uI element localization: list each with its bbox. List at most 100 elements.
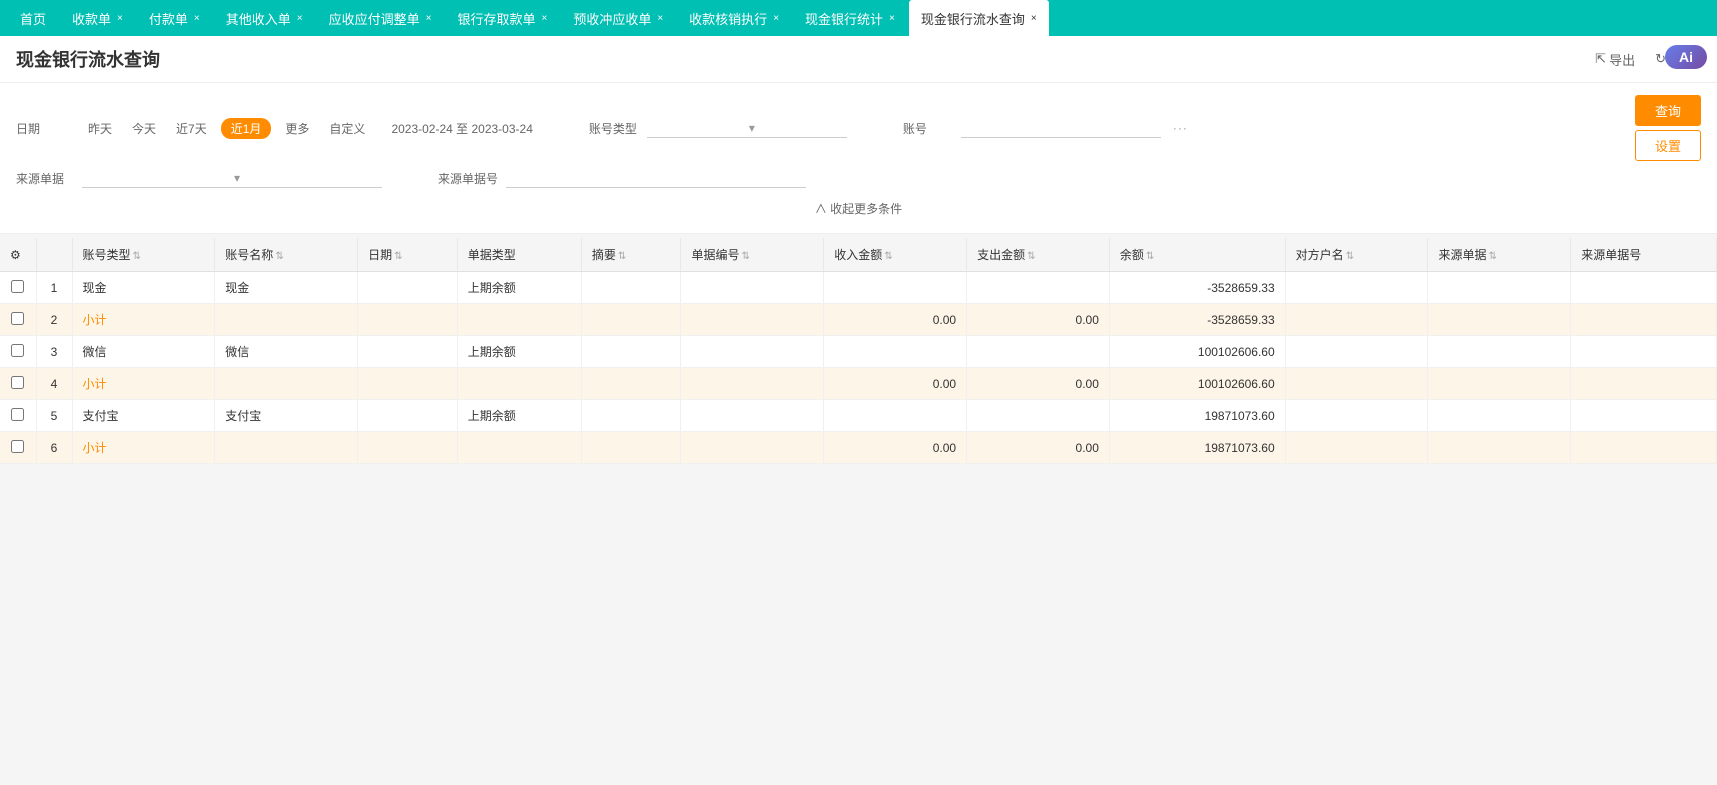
table-header: ⚙ 账号类型⇅ 账号名称⇅ 日期⇅ 单据类型 摘要⇅ 单据编号⇅ 收入金额⇅ 支… (0, 238, 1717, 272)
th-counterpart[interactable]: 对方户名⇅ (1285, 238, 1428, 272)
nav-tab-close-5[interactable]: × (657, 13, 663, 24)
source-doc-select[interactable]: ▾ (82, 169, 382, 188)
cell-doc-no-5 (681, 432, 824, 464)
nav-tab-1[interactable]: 付款单 × (137, 0, 212, 36)
page-title: 现金银行流水查询 (16, 46, 160, 72)
cell-source-doc-no-5 (1571, 432, 1717, 464)
nav-tab-2[interactable]: 其他收入单 × (214, 0, 315, 36)
nav-tab-close-0[interactable]: × (117, 13, 123, 24)
cell-source-doc-no-0 (1571, 272, 1717, 304)
cell-balance-2: 100102606.60 (1109, 336, 1285, 368)
th-summary[interactable]: 摘要⇅ (581, 238, 681, 272)
th-income[interactable]: 收入金额⇅ (824, 238, 967, 272)
th-source-doc-no[interactable]: 来源单据号 (1571, 238, 1717, 272)
dropdown-icon: ▾ (749, 121, 843, 135)
nav-tab-label-2: 其他收入单 (226, 9, 291, 28)
th-source-doc[interactable]: 来源单据⇅ (1428, 238, 1571, 272)
row-checkbox-0[interactable] (11, 280, 24, 293)
nav-tab-label-1: 付款单 (149, 9, 188, 28)
cell-balance-1: -3528659.33 (1109, 304, 1285, 336)
row-checkbox-4[interactable] (11, 408, 24, 421)
row-checkbox-5[interactable] (11, 440, 24, 453)
th-settings[interactable]: ⚙ (0, 238, 36, 272)
nav-tab-7[interactable]: 现金银行统计× (793, 0, 907, 36)
table-row: 2 小计 0.00 0.00 -3528659.33 (0, 304, 1717, 336)
cell-account-name-4: 支付宝 (215, 400, 358, 432)
cell-account-type-4: 支付宝 (72, 400, 215, 432)
settings-gear-icon: ⚙ (10, 248, 21, 262)
page-header: 现金银行流水查询 ⇱ 导出 ↻ 刷新 (0, 36, 1717, 83)
cell-doc-type-4: 上期余额 (457, 400, 581, 432)
date-range: 2023-02-24 至 2023-03-24 (391, 120, 532, 137)
th-balance[interactable]: 余额⇅ (1109, 238, 1285, 272)
date-btn-custom[interactable]: 自定义 (323, 118, 371, 139)
nav-tab-4[interactable]: 银行存取款单× (445, 0, 559, 36)
date-btn-7days[interactable]: 近7天 (170, 118, 213, 139)
settings-button[interactable]: 设置 (1635, 130, 1701, 161)
th-account-type[interactable]: 账号类型⇅ (72, 238, 215, 272)
date-btn-more[interactable]: 更多 (279, 118, 315, 139)
nav-tab-close-7[interactable]: × (889, 13, 895, 24)
cell-counterpart-2 (1285, 336, 1428, 368)
cell-summary-1 (581, 304, 681, 336)
date-btn-yesterday[interactable]: 昨天 (82, 118, 118, 139)
date-btn-today[interactable]: 今天 (126, 118, 162, 139)
query-button[interactable]: 查询 (1635, 95, 1701, 126)
nav-tab-5[interactable]: 预收冲应收单× (561, 0, 675, 36)
cell-balance-4: 19871073.60 (1109, 400, 1285, 432)
cell-doc-no-3 (681, 368, 824, 400)
cell-num-3: 4 (36, 368, 72, 400)
cell-counterpart-0 (1285, 272, 1428, 304)
row-checkbox-3[interactable] (11, 376, 24, 389)
top-navigation: 首页 收款单×付款单×其他收入单×应收应付调整单×银行存取款单×预收冲应收单×收… (0, 0, 1717, 36)
nav-tab-close-2[interactable]: × (297, 13, 303, 24)
export-button[interactable]: ⇱ 导出 (1589, 48, 1641, 71)
account-ellipsis-btn[interactable]: ··· (1169, 121, 1192, 135)
filter-row-1: 日期 昨天 今天 近7天 近1月 更多 自定义 2023-02-24 至 202… (16, 95, 1701, 161)
nav-home[interactable]: 首页 (8, 0, 58, 36)
nav-tab-close-4[interactable]: × (541, 13, 547, 24)
row-checkbox-1[interactable] (11, 312, 24, 325)
cell-checkbox-5[interactable] (0, 432, 36, 464)
cell-checkbox-2[interactable] (0, 336, 36, 368)
cell-checkbox-4[interactable] (0, 400, 36, 432)
nav-tab-close-1[interactable]: × (194, 13, 200, 24)
cell-date-5 (358, 432, 458, 464)
nav-tab-8[interactable]: 现金银行流水查询× (909, 0, 1049, 36)
cell-summary-5 (581, 432, 681, 464)
ai-badge[interactable]: Ai (1665, 45, 1707, 69)
cell-income-3: 0.00 (824, 368, 967, 400)
th-doc-no[interactable]: 单据编号⇅ (681, 238, 824, 272)
cell-income-1: 0.00 (824, 304, 967, 336)
th-date[interactable]: 日期⇅ (358, 238, 458, 272)
filter-row-2: 来源单据 ▾ 来源单据号 (16, 169, 1701, 188)
cell-balance-0: -3528659.33 (1109, 272, 1285, 304)
table-row: 1 现金 现金 上期余额 -3528659.33 (0, 272, 1717, 304)
cell-checkbox-0[interactable] (0, 272, 36, 304)
account-input[interactable] (961, 119, 1161, 138)
nav-tab-0[interactable]: 收款单× (60, 0, 135, 36)
nav-tab-6[interactable]: 收款核销执行× (677, 0, 791, 36)
date-btn-1month[interactable]: 近1月 (221, 118, 272, 139)
account-type-select[interactable]: ▾ (647, 119, 847, 138)
th-doc-type[interactable]: 单据类型 (457, 238, 581, 272)
cell-counterpart-4 (1285, 400, 1428, 432)
source-doc-no-input[interactable] (506, 169, 806, 188)
cell-date-0 (358, 272, 458, 304)
row-checkbox-2[interactable] (11, 344, 24, 357)
nav-tab-close-8[interactable]: × (1031, 13, 1037, 24)
collapse-bar[interactable]: ∧ 收起更多条件 (16, 196, 1701, 221)
th-expense[interactable]: 支出金额⇅ (967, 238, 1110, 272)
table-row: 3 微信 微信 上期余额 100102606.60 (0, 336, 1717, 368)
nav-tab-close-3[interactable]: × (426, 13, 432, 24)
th-account-name[interactable]: 账号名称⇅ (215, 238, 358, 272)
cell-summary-0 (581, 272, 681, 304)
cell-checkbox-1[interactable] (0, 304, 36, 336)
cell-checkbox-3[interactable] (0, 368, 36, 400)
nav-tab-3[interactable]: 应收应付调整单× (317, 0, 444, 36)
cell-account-name-3 (215, 368, 358, 400)
cell-account-type-2: 微信 (72, 336, 215, 368)
cell-source-doc-no-1 (1571, 304, 1717, 336)
nav-tab-close-6[interactable]: × (773, 13, 779, 24)
cell-date-3 (358, 368, 458, 400)
